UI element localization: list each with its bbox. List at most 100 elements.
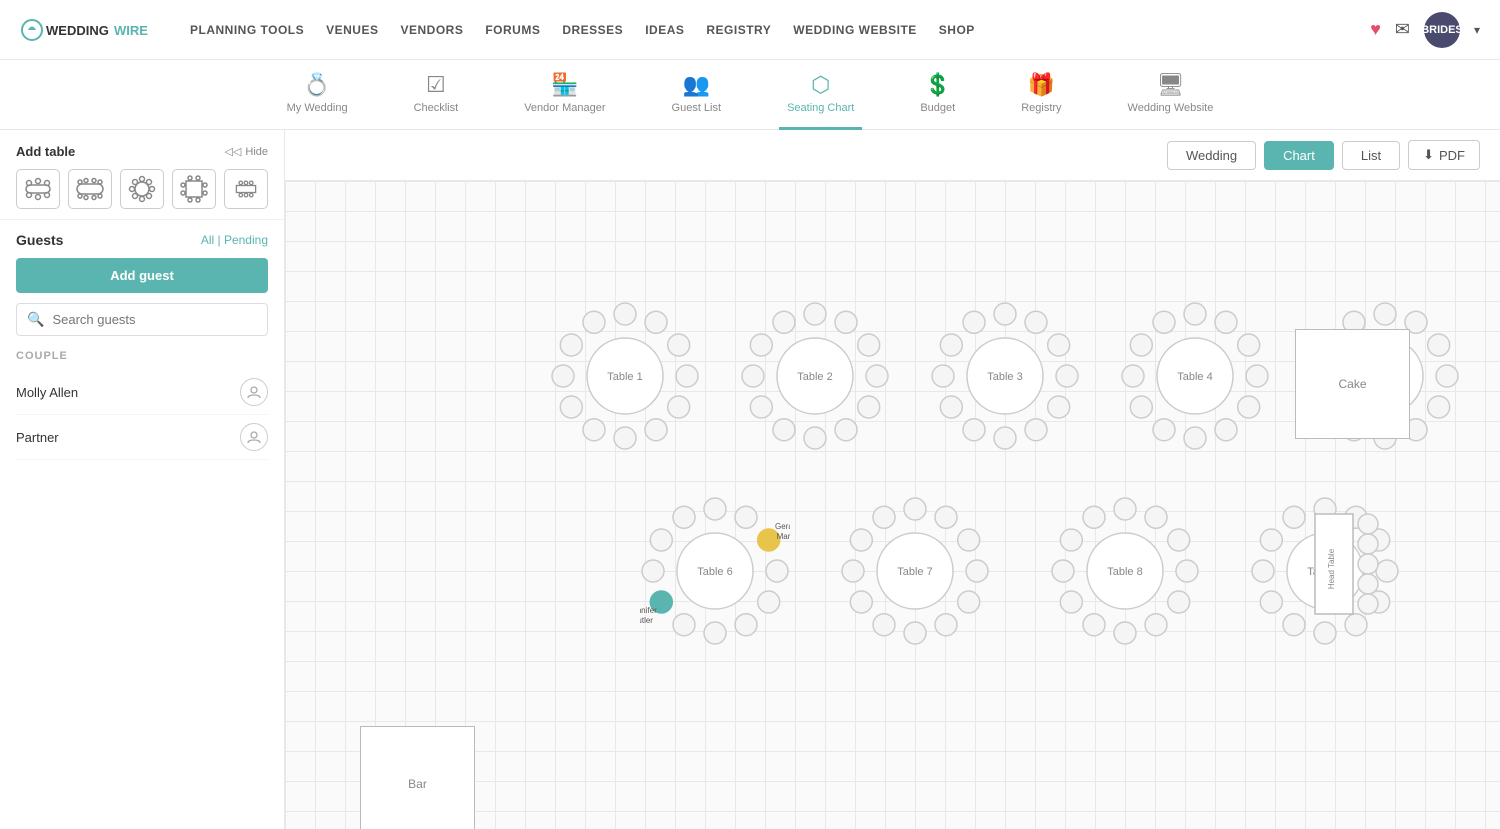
hide-button[interactable]: ◁◁ Hide — [224, 145, 268, 158]
vendor-icon: 🏪 — [551, 72, 578, 98]
svg-text:Butler: Butler — [640, 616, 653, 625]
table-table1[interactable]: Table 1 — [550, 301, 700, 451]
nav-wedding-website[interactable]: WEDDING WEBSITE — [793, 23, 917, 37]
favorites-icon[interactable]: ♥ — [1370, 19, 1381, 40]
guests-title: Guests — [16, 232, 63, 248]
guests-filter[interactable]: All | Pending — [201, 233, 268, 247]
special-table-bar[interactable]: Bar — [360, 726, 475, 829]
table-table7[interactable]: Table 7 — [840, 496, 990, 646]
list-view-button[interactable]: List — [1342, 141, 1400, 170]
guest-item-molly: Molly Allen — [16, 370, 268, 415]
nav-right: ♥ ✉ BRIDES ▾ — [1370, 12, 1480, 48]
svg-text:Table 4: Table 4 — [1177, 371, 1212, 383]
nav-links: PLANNING TOOLS VENUES VENDORS FORUMS DRE… — [190, 23, 1370, 37]
checklist-icon: ☑ — [426, 72, 446, 98]
add-table-section: Add table ◁◁ Hide — [0, 130, 284, 220]
messages-icon[interactable]: ✉ — [1395, 19, 1410, 40]
vendor-label: Vendor Manager — [524, 102, 605, 114]
guests-header: Guests All | Pending — [16, 232, 268, 248]
add-table-title: Add table — [16, 144, 75, 159]
website-label: Wedding Website — [1128, 102, 1214, 114]
svg-text:Table 3: Table 3 — [987, 371, 1022, 383]
table-table6[interactable]: Table 6GerardMarsyJenniferButler — [640, 496, 790, 646]
add-table-header: Add table ◁◁ Hide — [16, 144, 268, 159]
head-table[interactable]: Head Table — [1310, 509, 1390, 622]
svg-text:WEDDING: WEDDING — [46, 23, 109, 38]
seating-chart-label: Seating Chart — [787, 102, 854, 114]
wedding-view-button[interactable]: Wedding — [1167, 141, 1256, 170]
pdf-label: PDF — [1439, 148, 1465, 163]
guest-avatar-partner[interactable] — [240, 423, 268, 451]
registry-label: Registry — [1021, 102, 1061, 114]
svg-text:Gerard: Gerard — [775, 522, 790, 531]
search-box: 🔍 — [16, 303, 268, 336]
nav-wedding-website[interactable]: 🖥 Wedding Website — [1120, 60, 1222, 130]
filter-all[interactable]: All — [201, 233, 214, 247]
nav-budget[interactable]: 💲 Budget — [912, 60, 963, 130]
checklist-label: Checklist — [414, 102, 459, 114]
nav-planning-tools[interactable]: PLANNING TOOLS — [190, 23, 304, 37]
seating-canvas[interactable]: Table 1Table 2Table 3Table 4Table 5Table… — [285, 181, 1500, 829]
budget-label: Budget — [920, 102, 955, 114]
svg-text:Table 6: Table 6 — [697, 566, 732, 578]
table-table8[interactable]: Table 8 — [1050, 496, 1200, 646]
nav-shop[interactable]: SHOP — [939, 23, 975, 37]
download-icon: ⬇ — [1423, 147, 1434, 163]
svg-text:Table 8: Table 8 — [1107, 566, 1142, 578]
nav-checklist[interactable]: ☑ Checklist — [406, 60, 467, 130]
rectangle-table-btn[interactable] — [224, 169, 268, 209]
add-guest-button[interactable]: Add guest — [16, 258, 268, 293]
guest-name-partner: Partner — [16, 430, 59, 445]
nav-venues[interactable]: VENUES — [326, 23, 378, 37]
logo[interactable]: WEDDING WIRE — [20, 15, 150, 45]
table-table2[interactable]: Table 2 — [740, 301, 890, 451]
table-table4[interactable]: Table 4 — [1120, 301, 1270, 451]
round-table-small-btn[interactable] — [16, 169, 60, 209]
website-icon: 🖥 — [1156, 72, 1184, 98]
nav-vendors[interactable]: VENDORS — [400, 23, 463, 37]
search-input[interactable] — [52, 312, 257, 327]
couple-category-label: COUPLE — [16, 350, 268, 362]
my-wedding-label: My Wedding — [287, 102, 348, 114]
seating-chart-icon: ⬡ — [811, 72, 830, 98]
nav-seating-chart[interactable]: ⬡ Seating Chart — [779, 60, 862, 130]
hide-label: Hide — [245, 146, 268, 158]
nav-ideas[interactable]: IDEAS — [645, 23, 684, 37]
nav-vendor-manager[interactable]: 🏪 Vendor Manager — [516, 60, 613, 130]
filter-pending[interactable]: Pending — [224, 233, 268, 247]
nav-registry[interactable]: REGISTRY — [706, 23, 771, 37]
guest-item-partner: Partner — [16, 415, 268, 460]
guest-list-label: Guest List — [672, 102, 722, 114]
avatar[interactable]: BRIDES — [1424, 12, 1460, 48]
svg-text:Jennifer: Jennifer — [640, 606, 657, 615]
svg-text:Table 1: Table 1 — [607, 371, 642, 383]
guests-section: Guests All | Pending Add guest 🔍 COUPLE … — [0, 220, 284, 829]
nav-forums[interactable]: FORUMS — [485, 23, 540, 37]
nav-my-wedding[interactable]: 💍 My Wedding — [279, 60, 356, 130]
round-table-large-btn[interactable] — [68, 169, 112, 209]
registry-icon: 🎁 — [1028, 72, 1055, 98]
svg-text:Table 7: Table 7 — [897, 566, 932, 578]
square-table-btn[interactable] — [172, 169, 216, 209]
my-wedding-icon: 💍 — [303, 72, 330, 98]
svg-text:Head Table: Head Table — [1327, 548, 1336, 589]
svg-text:Table 2: Table 2 — [797, 371, 832, 383]
chevron-down-icon[interactable]: ▾ — [1474, 23, 1480, 37]
svg-text:WIRE: WIRE — [114, 23, 148, 38]
sidebar: Add table ◁◁ Hide — [0, 130, 285, 829]
guest-name-molly: Molly Allen — [16, 385, 78, 400]
circular-table-btn[interactable] — [120, 169, 164, 209]
guest-avatar-molly[interactable] — [240, 378, 268, 406]
pdf-export-button[interactable]: ⬇ PDF — [1408, 140, 1480, 170]
table-table3[interactable]: Table 3 — [930, 301, 1080, 451]
top-nav: WEDDING WIRE PLANNING TOOLS VENUES VENDO… — [0, 0, 1500, 60]
table-type-icons — [16, 169, 268, 209]
main-layout: Add table ◁◁ Hide — [0, 130, 1500, 829]
special-table-cake[interactable]: Cake — [1295, 329, 1410, 439]
nav-dresses[interactable]: DRESSES — [562, 23, 623, 37]
chart-view-button[interactable]: Chart — [1264, 141, 1334, 170]
budget-icon: 💲 — [924, 72, 951, 98]
secondary-nav: 💍 My Wedding ☑ Checklist 🏪 Vendor Manage… — [0, 60, 1500, 130]
nav-guest-list[interactable]: 👥 Guest List — [664, 60, 730, 130]
nav-registry[interactable]: 🎁 Registry — [1013, 60, 1069, 130]
